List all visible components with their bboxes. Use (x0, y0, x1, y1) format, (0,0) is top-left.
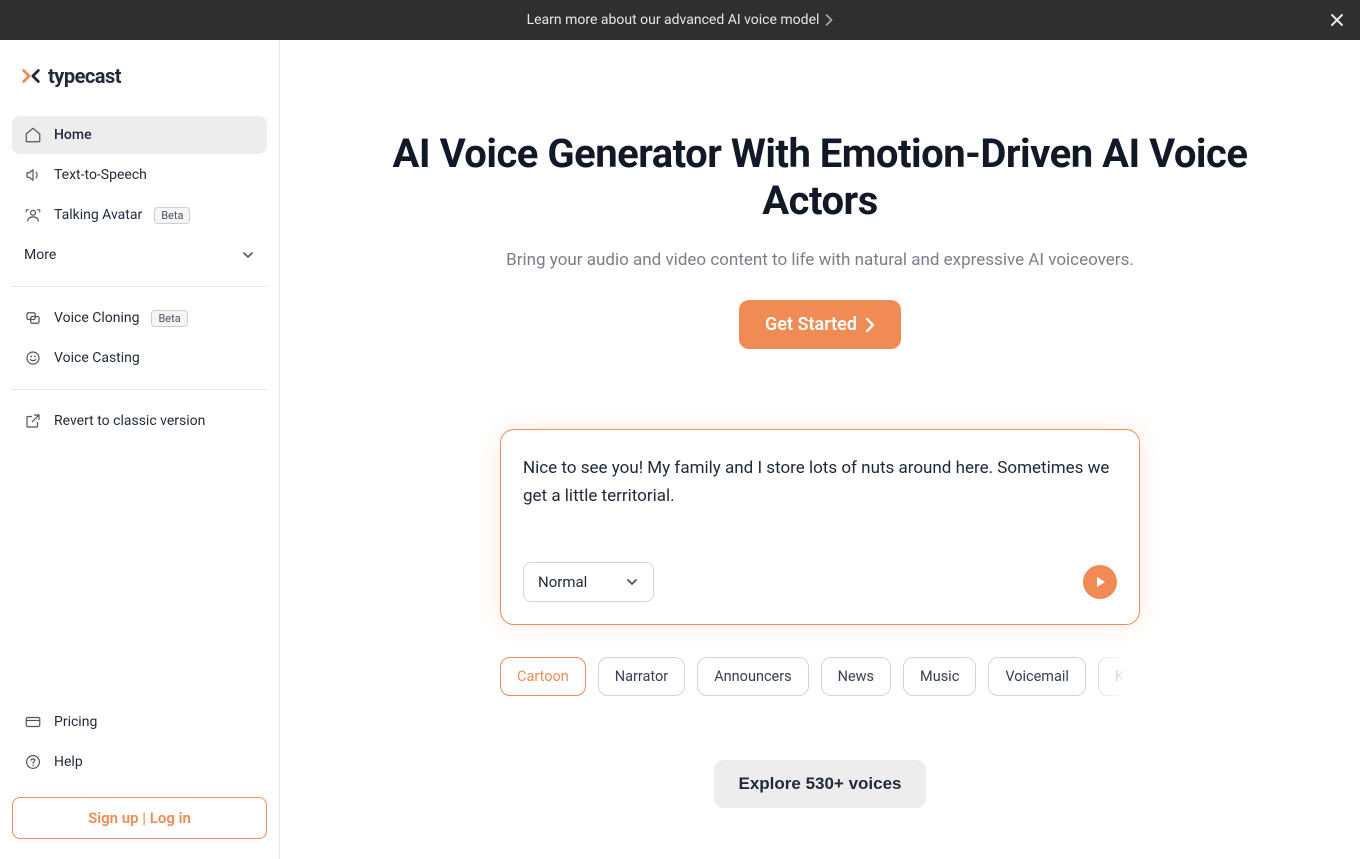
sidebar-item-revert-classic[interactable]: Revert to classic version (12, 402, 267, 440)
sidebar-item-label: Revert to classic version (54, 413, 205, 429)
explore-label: Explore 530+ voices (738, 774, 901, 793)
category-chip-narrator[interactable]: Narrator (598, 657, 685, 696)
voice-panel: Nice to see you! My family and I store l… (500, 429, 1140, 696)
voice-style-select[interactable]: Normal (523, 562, 654, 602)
play-button[interactable] (1083, 565, 1117, 599)
sidebar-item-label: Pricing (54, 714, 97, 730)
chevron-down-icon (625, 575, 639, 589)
category-chip-music[interactable]: Music (903, 657, 976, 696)
announcement-close-button[interactable] (1330, 13, 1344, 27)
sidebar: typecast Home Text-to-Speech Talking (0, 40, 280, 859)
close-icon (1330, 13, 1344, 27)
home-icon (24, 126, 42, 144)
announcement-text: Learn more about our advanced AI voice m… (527, 12, 820, 28)
brand-logo[interactable]: typecast (12, 64, 267, 88)
external-icon (24, 412, 42, 430)
chevron-right-icon (865, 317, 875, 333)
brand-name: typecast (48, 64, 121, 88)
sidebar-item-label: Text-to-Speech (54, 167, 147, 183)
sidebar-tertiary-nav: Revert to classic version (12, 402, 267, 440)
chip-label: Narrator (615, 668, 668, 685)
sidebar-item-voice-casting[interactable]: Voice Casting (12, 339, 267, 377)
pricing-icon (24, 713, 42, 731)
category-chip-news[interactable]: News (821, 657, 891, 696)
sidebar-divider (12, 286, 267, 287)
chevron-right-icon (825, 14, 833, 26)
sidebar-item-label: Talking Avatar (54, 207, 142, 223)
sidebar-item-label: More (24, 247, 56, 263)
chip-label: Voicemail (1005, 668, 1069, 685)
sidebar-secondary-nav: Voice Cloning Beta Voice Casting (12, 299, 267, 377)
chip-label: Announcers (714, 668, 791, 685)
sidebar-divider (12, 389, 267, 390)
sidebar-item-talking-avatar[interactable]: Talking Avatar Beta (12, 196, 267, 234)
logo-mark-icon (20, 65, 42, 87)
chip-label: News (838, 668, 874, 685)
announcement-link[interactable]: Learn more about our advanced AI voice m… (527, 12, 834, 28)
page-subtitle: Bring your audio and video content to li… (340, 250, 1300, 270)
chip-label: Kid (1115, 668, 1136, 685)
play-icon (1093, 575, 1107, 589)
page-title: AI Voice Generator With Emotion-Driven A… (340, 130, 1300, 224)
sidebar-item-label: Voice Cloning (54, 310, 139, 326)
beta-badge: Beta (151, 310, 187, 327)
casting-icon (24, 349, 42, 367)
announcement-banner: Learn more about our advanced AI voice m… (0, 0, 1360, 40)
explore-voices-button[interactable]: Explore 530+ voices (714, 760, 925, 808)
sidebar-item-label: Help (54, 754, 83, 770)
sidebar-footer-nav: Pricing Help (12, 703, 267, 781)
category-chip-cartoon[interactable]: Cartoon (500, 657, 586, 696)
sidebar-item-tts[interactable]: Text-to-Speech (12, 156, 267, 194)
category-chip-kid[interactable]: Kid (1098, 657, 1140, 696)
sidebar-item-label: Voice Casting (54, 350, 140, 366)
tts-icon (24, 166, 42, 184)
sidebar-item-pricing[interactable]: Pricing (12, 703, 267, 741)
voice-sample-text[interactable]: Nice to see you! My family and I store l… (523, 454, 1117, 544)
category-chip-voicemail[interactable]: Voicemail (988, 657, 1086, 696)
voice-card: Nice to see you! My family and I store l… (500, 429, 1140, 625)
chevron-down-icon (241, 248, 255, 262)
category-chip-announcers[interactable]: Announcers (697, 657, 808, 696)
sidebar-item-home[interactable]: Home (12, 116, 267, 154)
cta-label: Get Started (765, 314, 857, 335)
hero: AI Voice Generator With Emotion-Driven A… (340, 40, 1300, 808)
sidebar-item-voice-cloning[interactable]: Voice Cloning Beta (12, 299, 267, 337)
avatar-icon (24, 206, 42, 224)
beta-badge: Beta (154, 207, 190, 224)
sidebar-item-label: Home (54, 127, 92, 143)
voice-controls: Normal (523, 562, 1117, 602)
sidebar-primary-nav: Home Text-to-Speech Talking Avatar Beta … (12, 116, 267, 274)
help-icon (24, 753, 42, 771)
auth-button-label: Sign up | Log in (88, 809, 191, 827)
auth-button[interactable]: Sign up | Log in (12, 797, 267, 839)
sidebar-item-more[interactable]: More (12, 236, 267, 274)
cloning-icon (24, 309, 42, 327)
main-content: AI Voice Generator With Emotion-Driven A… (280, 40, 1360, 859)
chip-label: Music (920, 668, 959, 685)
get-started-button[interactable]: Get Started (739, 300, 901, 349)
chip-label: Cartoon (517, 668, 569, 685)
voice-style-selected: Normal (538, 573, 587, 591)
sidebar-item-help[interactable]: Help (12, 743, 267, 781)
voice-category-row: Cartoon Narrator Announcers News Music V… (500, 657, 1140, 696)
